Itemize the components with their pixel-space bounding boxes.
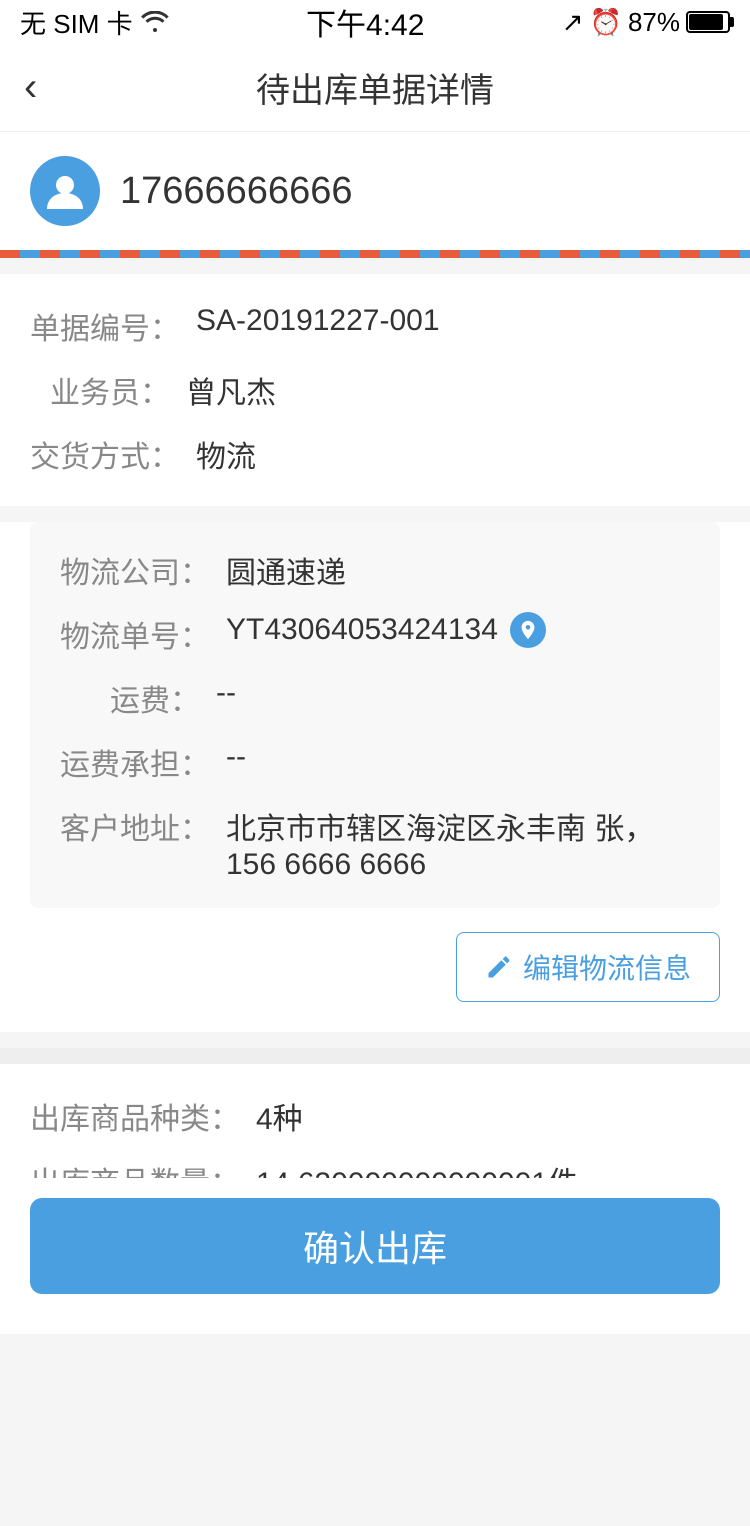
logistics-section: 物流公司： 圆通速递 物流单号： YT43064053424134 运费： --… [0, 522, 750, 1032]
salesman-value: 曾凡杰 [186, 368, 720, 412]
goods-types-label: 出库商品种类： [30, 1094, 240, 1138]
tracking-value: YT43064053424134 [226, 613, 498, 647]
logistics-card: 物流公司： 圆通速递 物流单号： YT43064053424134 运费： --… [30, 522, 720, 908]
nav-bar: ‹ 待出库单据详情 [0, 44, 750, 132]
status-carrier: 无 SIM 卡 [20, 4, 169, 41]
delivery-label: 交货方式： [30, 432, 180, 476]
goods-types-value: 4种 [256, 1094, 720, 1138]
map-pin-icon [517, 619, 539, 641]
location-status-icon: ↗ [562, 7, 584, 38]
freight-row: 运费： -- [60, 676, 690, 720]
battery-percent: 87% [628, 7, 680, 38]
carrier-text: 无 SIM 卡 [20, 4, 133, 41]
freight-bear-row: 运费承担： -- [60, 740, 690, 784]
edit-logistics-wrap: 编辑物流信息 [30, 932, 720, 1002]
goods-types-row: 出库商品种类： 4种 [30, 1094, 720, 1138]
freight-value: -- [216, 676, 690, 710]
freight-bear-value: -- [226, 740, 690, 774]
order-no-value: SA-20191227-001 [196, 304, 720, 338]
user-header: 17666666666 [0, 132, 750, 250]
freight-label: 运费： [60, 676, 200, 720]
tracking-label: 物流单号： [60, 612, 210, 656]
order-no-label: 单据编号： [30, 304, 180, 348]
tracking-value-wrap: YT43064053424134 [226, 612, 690, 648]
alarm-status-icon: ⏰ [590, 7, 622, 38]
logistics-company-label: 物流公司： [60, 548, 210, 592]
status-time: 下午4:42 [306, 0, 424, 44]
confirm-button[interactable]: 确认出库 [30, 1198, 720, 1294]
dashed-separator [0, 250, 750, 258]
address-label: 客户地址： [60, 804, 210, 848]
edit-logistics-button[interactable]: 编辑物流信息 [456, 932, 720, 1002]
bottom-spacer [0, 1326, 750, 1526]
confirm-button-wrap: 确认出库 [0, 1178, 750, 1334]
battery-icon [686, 11, 730, 33]
page-title: 待出库单据详情 [256, 63, 494, 112]
avatar [30, 156, 100, 226]
avatar-icon [43, 169, 87, 213]
address-row: 客户地址： 北京市市辖区海淀区永丰南 张，156 6666 6666 [60, 804, 690, 882]
freight-bear-label: 运费承担： [60, 740, 210, 784]
order-no-row: 单据编号： SA-20191227-001 [30, 304, 720, 348]
salesman-row: 业务员： 曾凡杰 [30, 368, 720, 412]
status-bar: 无 SIM 卡 下午4:42 ↗ ⏰ 87% [0, 0, 750, 44]
tracking-location-button[interactable] [510, 612, 546, 648]
confirm-button-label: 确认出库 [303, 1220, 447, 1272]
section-divider [0, 1048, 750, 1064]
tracking-row: 物流单号： YT43064053424134 [60, 612, 690, 656]
delivery-value: 物流 [196, 432, 720, 476]
basic-info-section: 单据编号： SA-20191227-001 业务员： 曾凡杰 交货方式： 物流 [0, 274, 750, 506]
edit-logistics-label: 编辑物流信息 [523, 947, 691, 987]
delivery-row: 交货方式： 物流 [30, 432, 720, 476]
edit-icon [485, 953, 513, 981]
wifi-icon [141, 11, 169, 33]
address-value: 北京市市辖区海淀区永丰南 张，156 6666 6666 [226, 804, 690, 882]
salesman-label: 业务员： [30, 368, 170, 412]
status-right: ↗ ⏰ 87% [562, 7, 730, 38]
logistics-company-row: 物流公司： 圆通速递 [60, 548, 690, 592]
logistics-company-value: 圆通速递 [226, 548, 690, 592]
user-phone: 17666666666 [120, 170, 352, 213]
back-button[interactable]: ‹ [24, 65, 37, 110]
